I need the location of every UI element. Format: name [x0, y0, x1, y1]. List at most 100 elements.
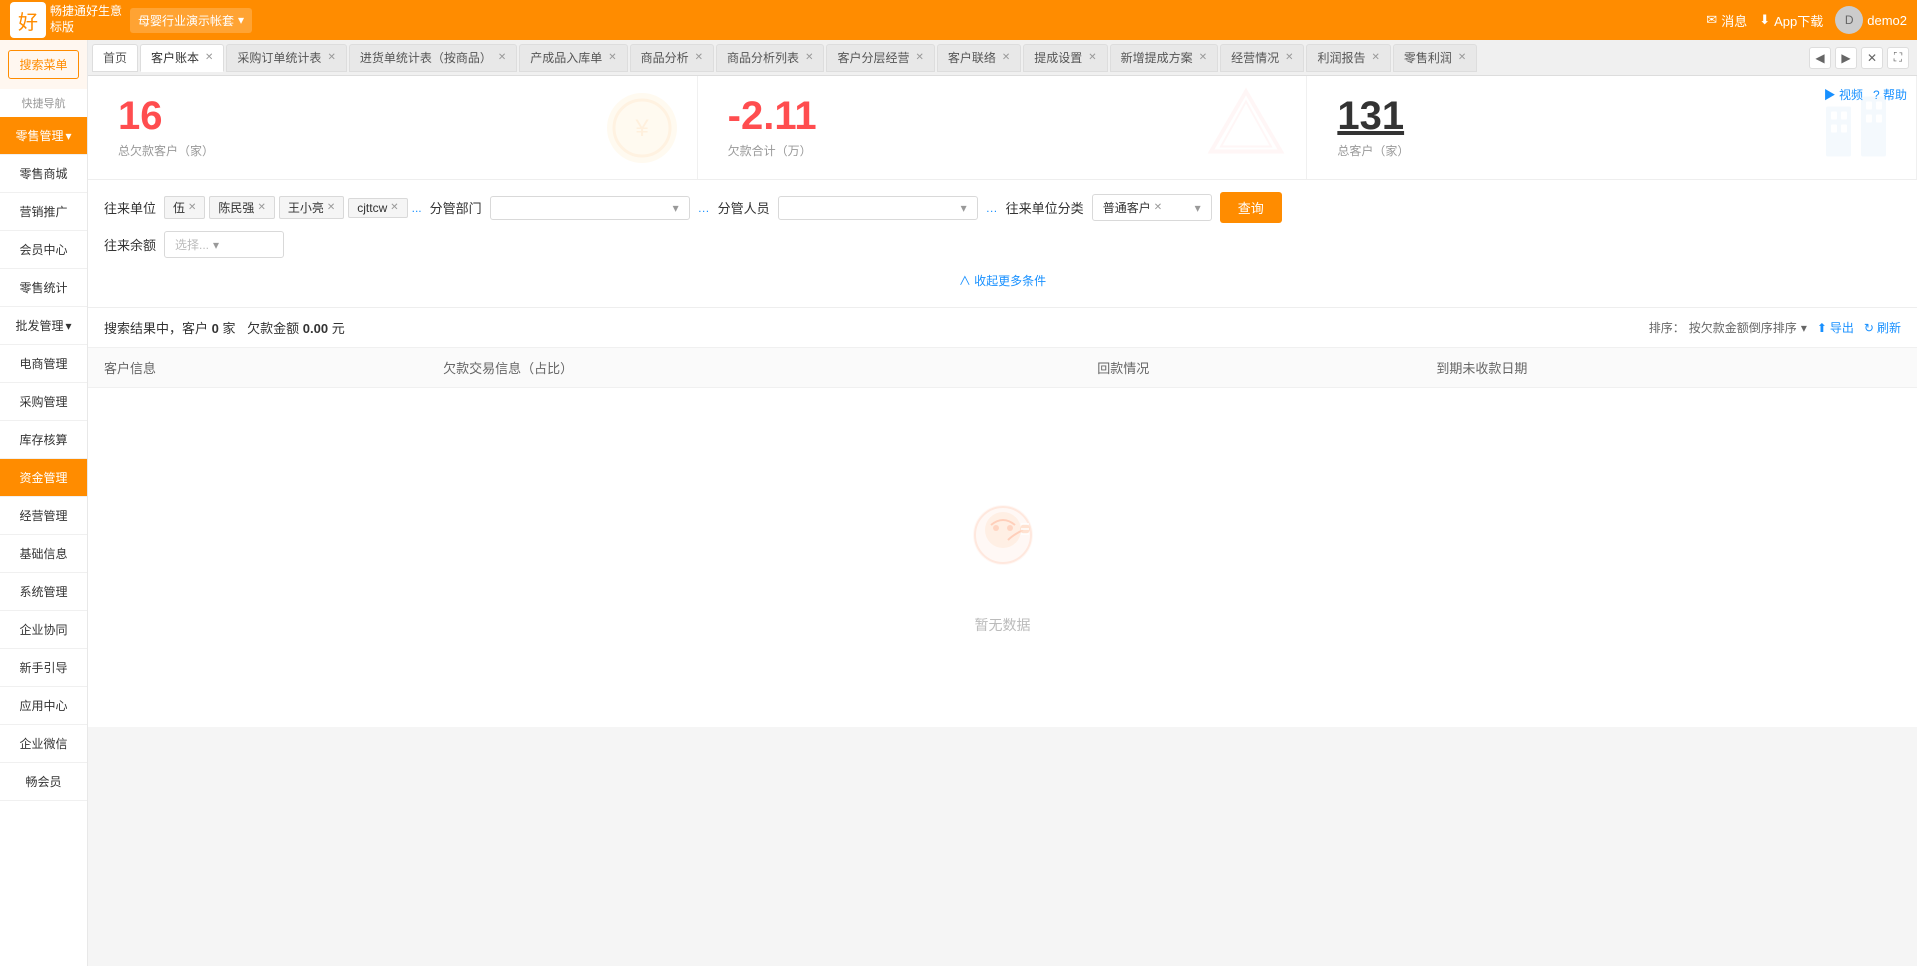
- person-select[interactable]: ▾: [778, 196, 978, 220]
- col-customer-info: 客户信息: [88, 348, 427, 388]
- tab-close-purchase-order-stats[interactable]: ✕: [327, 52, 335, 63]
- tab-close-inbound-stats[interactable]: ✕: [498, 52, 506, 63]
- tab-promotion-settings[interactable]: 提成设置 ✕: [1023, 44, 1107, 72]
- tab-scroll-left-btn[interactable]: ◀: [1809, 47, 1831, 69]
- unit-tag-cjttcw[interactable]: cjttcw ✕: [348, 198, 407, 218]
- sidebar-item-app-center[interactable]: 应用中心: [0, 687, 87, 725]
- tab-profit-report[interactable]: 利润报告 ✕: [1306, 44, 1390, 72]
- query-btn[interactable]: 查询: [1220, 192, 1282, 223]
- sidebar-item-enterprise-collab[interactable]: 企业协同: [0, 611, 87, 649]
- unit-tag-chen-close[interactable]: ✕: [257, 202, 265, 213]
- balance-input[interactable]: 选择... ▾: [164, 231, 284, 258]
- tab-close-customer-contact[interactable]: ✕: [1002, 52, 1010, 63]
- unit-class-filter-label: 往来单位分类: [1006, 198, 1084, 217]
- tab-close-profit-report[interactable]: ✕: [1372, 52, 1380, 63]
- unit-tag-wang[interactable]: 王小亮 ✕: [279, 196, 344, 219]
- sidebar-item-enterprise-wechat[interactable]: 企业微信: [0, 725, 87, 763]
- sidebar-item-retail-mgmt[interactable]: 零售管理 ▾: [0, 117, 87, 155]
- message-icon: ✉: [1706, 12, 1717, 28]
- unit-tag-wu-close[interactable]: ✕: [188, 202, 196, 213]
- sidebar-item-ecommerce-mgmt[interactable]: 电商管理: [0, 345, 87, 383]
- tab-bar: 首页 客户账本 ✕ 采购订单统计表 ✕ 进货单统计表（按商品） ✕ 产成品入库单…: [88, 40, 1917, 76]
- stat1-bg-icon: ¥: [607, 93, 677, 163]
- unit-class-select[interactable]: 普通客户 ✕ ▾: [1092, 194, 1212, 221]
- sidebar-item-operation-mgmt[interactable]: 经营管理: [0, 497, 87, 535]
- tab-close-new-promotion-plan[interactable]: ✕: [1199, 52, 1207, 63]
- unit-class-tag-normal[interactable]: 普通客户 ✕: [1103, 199, 1162, 216]
- tab-close-retail-profit[interactable]: ✕: [1458, 52, 1466, 63]
- page-content: ¥ 16 总欠款客户（家）: [88, 76, 1917, 966]
- balance-input-arrow: ▾: [213, 238, 219, 252]
- unit-tag-chen[interactable]: 陈民强 ✕: [209, 196, 274, 219]
- tab-close-product-inbound[interactable]: ✕: [608, 52, 616, 63]
- sort-arrow-icon: ▾: [1801, 321, 1807, 335]
- person-more-btn[interactable]: …: [986, 201, 998, 215]
- tab-retail-profit[interactable]: 零售利润 ✕: [1393, 44, 1477, 72]
- sidebar-item-capital-mgmt[interactable]: 资金管理: [0, 459, 87, 497]
- chevron-down-icon: ▾: [65, 129, 71, 143]
- tab-operation-status[interactable]: 经营情况 ✕: [1220, 44, 1304, 72]
- help-link[interactable]: ? 帮助: [1873, 86, 1907, 103]
- tab-customer-tier[interactable]: 客户分层经营 ✕: [826, 44, 934, 72]
- quick-nav-btn[interactable]: 快捷导航: [0, 89, 87, 117]
- sidebar-item-retail-stats[interactable]: 零售统计: [0, 269, 87, 307]
- sidebar-item-basic-info[interactable]: 基础信息: [0, 535, 87, 573]
- collapse-filter-btn[interactable]: ∧ 收起更多条件: [104, 266, 1901, 295]
- sidebar-item-member-center[interactable]: 会员中心: [0, 231, 87, 269]
- unit-class-select-arrow: ▾: [1195, 201, 1201, 215]
- dept-more-btn[interactable]: …: [698, 201, 710, 215]
- tab-fullscreen-btn[interactable]: ⛶: [1887, 47, 1909, 69]
- user-menu[interactable]: D demo2: [1835, 6, 1907, 34]
- tab-close-all-btn[interactable]: ✕: [1861, 47, 1883, 69]
- sort-select[interactable]: 排序： 按欠款金额倒序排序 ▾: [1649, 319, 1807, 336]
- tab-inbound-stats[interactable]: 进货单统计表（按商品） ✕: [349, 44, 517, 72]
- sidebar-item-inventory[interactable]: 库存核算: [0, 421, 87, 459]
- result-info: 搜索结果中，客户 0 家 欠款金额 0.00 元: [104, 318, 345, 337]
- tab-product-analysis[interactable]: 商品分析 ✕: [630, 44, 714, 72]
- tab-close-customer-tier[interactable]: ✕: [915, 52, 923, 63]
- tab-bar-controls: ◀ ▶ ✕ ⛶: [1805, 47, 1913, 69]
- sidebar-item-wholesale-mgmt[interactable]: 批发管理 ▾: [0, 307, 87, 345]
- unit-filter-label: 往来单位: [104, 198, 156, 217]
- app-download-btn[interactable]: ⬇ App下载: [1759, 11, 1823, 30]
- sidebar-item-retail-mall[interactable]: 零售商城: [0, 155, 87, 193]
- search-menu-btn[interactable]: 搜索菜单: [8, 50, 79, 79]
- dept-select[interactable]: ▾: [490, 196, 690, 220]
- export-btn[interactable]: ⬆ 导出: [1817, 319, 1854, 336]
- tab-purchase-order-stats[interactable]: 采购订单统计表 ✕: [226, 44, 346, 72]
- tab-new-promotion-plan[interactable]: 新增提成方案 ✕: [1110, 44, 1218, 72]
- tab-close-operation-status[interactable]: ✕: [1285, 52, 1293, 63]
- unit-tag-wu[interactable]: 伍 ✕: [164, 196, 205, 219]
- sidebar-item-purchase-mgmt[interactable]: 采购管理: [0, 383, 87, 421]
- tab-close-customer-account[interactable]: ✕: [205, 52, 213, 63]
- stats-area: ¥ 16 总欠款客户（家）: [88, 76, 1917, 180]
- tab-product-analysis-list[interactable]: 商品分析列表 ✕: [716, 44, 824, 72]
- video-link[interactable]: ▶ 视频: [1824, 86, 1863, 103]
- tab-home[interactable]: 首页: [92, 44, 138, 72]
- sidebar-item-marketing[interactable]: 营销推广: [0, 193, 87, 231]
- sidebar-item-system-mgmt[interactable]: 系统管理: [0, 573, 87, 611]
- unit-tag-wang-close[interactable]: ✕: [327, 202, 335, 213]
- unit-tags-more[interactable]: ...: [412, 201, 422, 215]
- tab-customer-contact[interactable]: 客户联络 ✕: [937, 44, 1021, 72]
- tab-close-product-analysis-list[interactable]: ✕: [805, 52, 813, 63]
- top-right-links: ▶ 视频 ? 帮助: [1824, 86, 1907, 103]
- tab-close-product-analysis[interactable]: ✕: [695, 52, 703, 63]
- filter-area: 往来单位 伍 ✕ 陈民强 ✕ 王小亮: [88, 180, 1917, 308]
- unit-tag-cjttcw-close[interactable]: ✕: [390, 202, 398, 213]
- tab-scroll-right-btn[interactable]: ▶: [1835, 47, 1857, 69]
- empty-state-cell: 暂无数据: [88, 388, 1917, 728]
- refresh-btn[interactable]: ↻ 刷新: [1864, 319, 1901, 336]
- message-btn[interactable]: ✉ 消息: [1706, 11, 1747, 30]
- sidebar-item-vip-member[interactable]: 畅会员: [0, 763, 87, 801]
- tab-product-inbound[interactable]: 产成品入库单 ✕: [519, 44, 627, 72]
- unit-class-tag-close[interactable]: ✕: [1154, 202, 1162, 213]
- tab-customer-account[interactable]: 客户账本 ✕: [140, 44, 224, 72]
- empty-state: 暂无数据: [104, 400, 1901, 715]
- stat3-value[interactable]: 131: [1337, 96, 1404, 136]
- tab-close-promotion-settings[interactable]: ✕: [1088, 52, 1096, 63]
- sidebar-item-new-guide[interactable]: 新手引导: [0, 649, 87, 687]
- svg-text:¥: ¥: [634, 115, 649, 142]
- store-selector[interactable]: 母婴行业演示帐套 ▾: [130, 8, 252, 33]
- table-area: 搜索结果中，客户 0 家 欠款金额 0.00 元 排序： 按欠款金额倒序排序 ▾: [88, 308, 1917, 728]
